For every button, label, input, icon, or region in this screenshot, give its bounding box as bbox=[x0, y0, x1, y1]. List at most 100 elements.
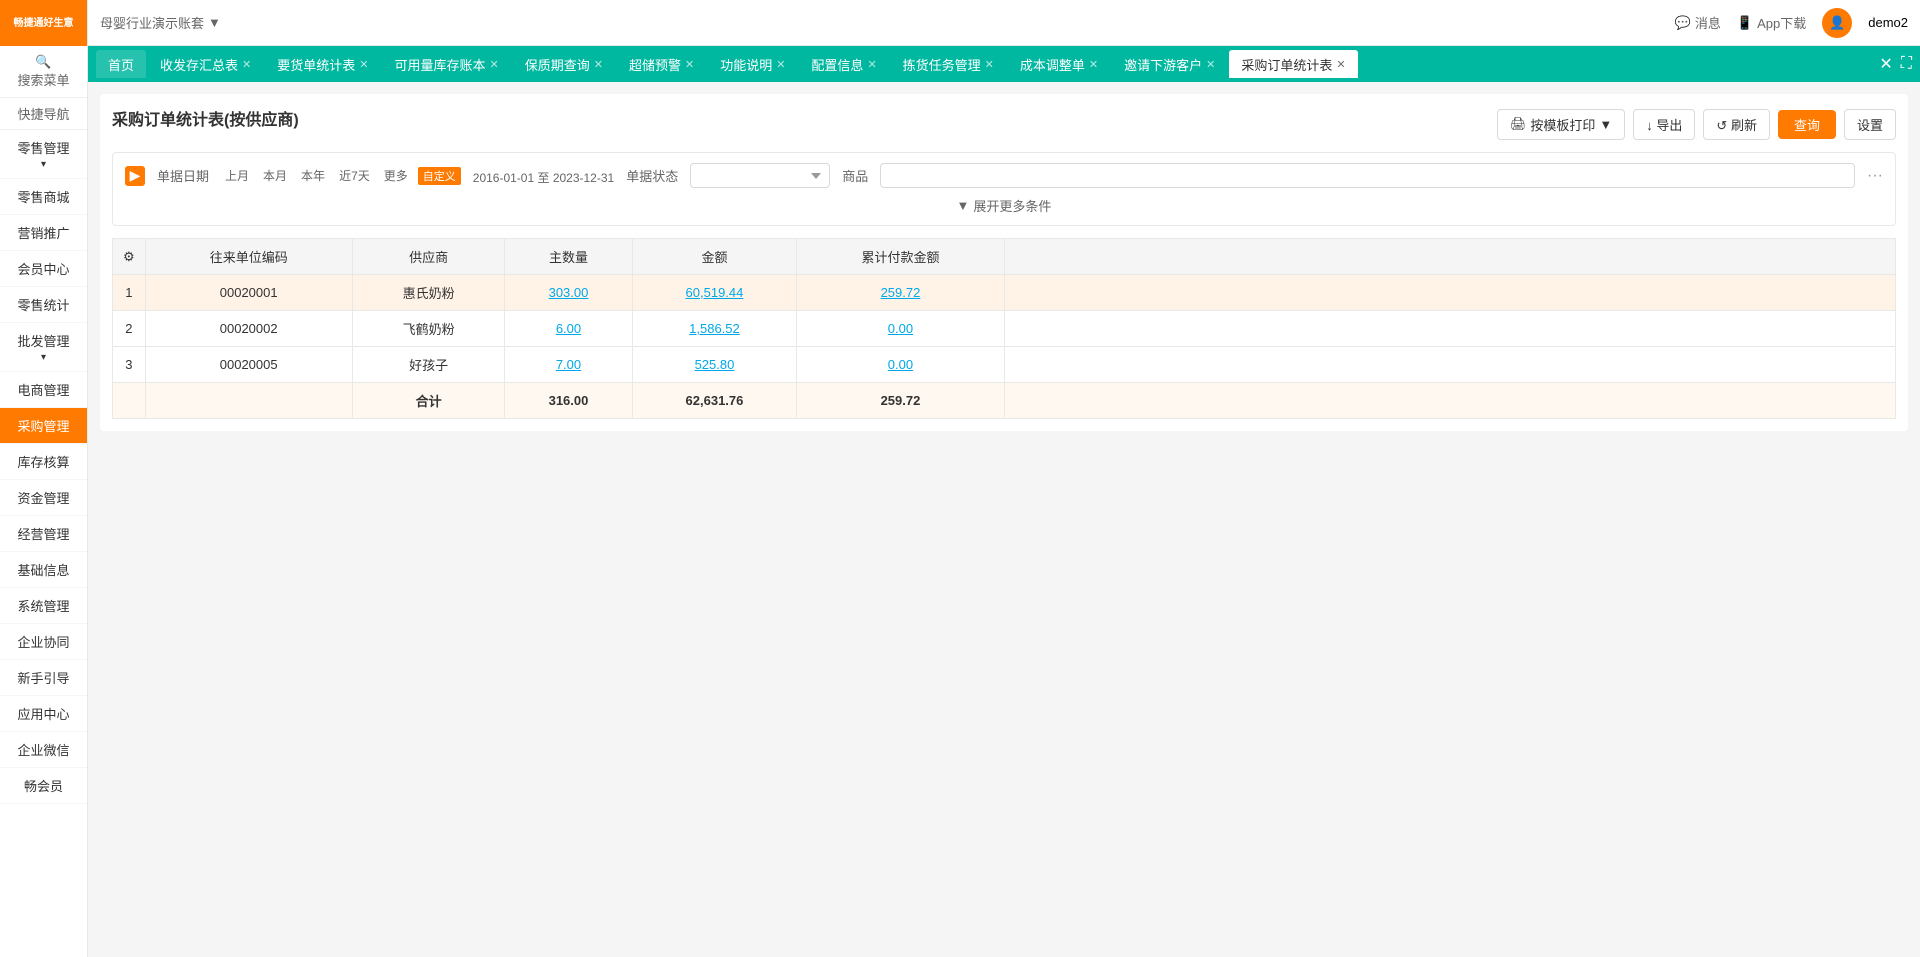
message-btn[interactable]: 💬 消息 bbox=[1675, 13, 1721, 32]
sidebar-item-operations[interactable]: 经营管理 bbox=[0, 516, 87, 552]
sidebar-item-retail-shop[interactable]: 零售商城 bbox=[0, 179, 87, 215]
filter-row-main: ▶ 单据日期 上月 本月 本年 近7天 更多 自定义 2016-01-01 至 … bbox=[125, 163, 1883, 188]
page-title: 采购订单统计表(按供应商) bbox=[112, 106, 299, 130]
footer-label: 合计 bbox=[352, 383, 505, 419]
tab-close-config-info[interactable]: ✕ bbox=[867, 58, 876, 71]
table-row: 3 00020005 好孩子 7.00 525.80 0.00 bbox=[113, 347, 1896, 383]
col-settings[interactable]: ⚙ bbox=[113, 239, 146, 275]
nav-tab-shelf-life[interactable]: 保质期查询✕ bbox=[513, 50, 615, 78]
date-range-display: 2016-01-01 至 2023-12-31 bbox=[473, 169, 614, 186]
sidebar-item-app-center[interactable]: 应用中心 bbox=[0, 696, 87, 732]
col-supplier: 供应商 bbox=[352, 239, 505, 275]
sidebar: 畅捷通好生意 🔍 搜索菜单 快捷导航 零售管理▾零售商城营销推广会员中心零售统计… bbox=[0, 0, 88, 957]
nav-tab-collect-pay[interactable]: 收发存汇总表✕ bbox=[148, 50, 263, 78]
sidebar-item-guide[interactable]: 新手引导 bbox=[0, 660, 87, 696]
nav-tab-config-info[interactable]: 配置信息✕ bbox=[799, 50, 888, 78]
user-avatar[interactable]: 👤 bbox=[1822, 8, 1852, 38]
sidebar-item-inventory[interactable]: 库存核算 bbox=[0, 444, 87, 480]
col-code: 往来单位编码 bbox=[145, 239, 352, 275]
sidebar-item-system[interactable]: 系统管理 bbox=[0, 588, 87, 624]
row-qty[interactable]: 303.00 bbox=[505, 275, 632, 311]
date-custom-badge[interactable]: 自定义 bbox=[418, 167, 461, 185]
nav-tab-overstock[interactable]: 超储预警✕ bbox=[617, 50, 706, 78]
expand-more-btn[interactable]: ▼ 展开更多条件 bbox=[125, 196, 1883, 215]
date-more[interactable]: 更多 bbox=[380, 165, 412, 186]
row-supplier: 好孩子 bbox=[352, 347, 505, 383]
tab-close-goods-stats[interactable]: ✕ bbox=[359, 58, 368, 71]
table-header-row: ⚙ 往来单位编码 供应商 主数量 金额 累计付款金额 bbox=[113, 239, 1896, 275]
sidebar-logo: 畅捷通好生意 bbox=[0, 0, 87, 46]
nav-tab-invite-down[interactable]: 邀请下游客户✕ bbox=[1112, 50, 1227, 78]
row-amount[interactable]: 60,519.44 bbox=[632, 275, 797, 311]
filter-bar: ▶ 单据日期 上月 本月 本年 近7天 更多 自定义 2016-01-01 至 … bbox=[112, 152, 1896, 226]
date-7days[interactable]: 近7天 bbox=[335, 165, 374, 186]
sidebar-item-member[interactable]: 会员中心 bbox=[0, 251, 87, 287]
page-card: 采购订单统计表(按供应商) 🖨 按模板打印 ▼ ↓ 导出 ↺ 刷新 bbox=[100, 94, 1908, 431]
date-label: 单据日期 bbox=[157, 166, 209, 185]
tab-close-purchase-stats[interactable]: ✕ bbox=[1336, 58, 1345, 71]
nav-tab-func-desc[interactable]: 功能说明✕ bbox=[708, 50, 797, 78]
nav-tab-usable-inv[interactable]: 可用量库存账本✕ bbox=[382, 50, 510, 78]
row-qty[interactable]: 6.00 bbox=[505, 311, 632, 347]
tab-close-shelf-life[interactable]: ✕ bbox=[594, 58, 603, 71]
sidebar-item-retail-stats[interactable]: 零售统计 bbox=[0, 287, 87, 323]
col-qty: 主数量 bbox=[505, 239, 632, 275]
sidebar-item-vip[interactable]: 畅会员 bbox=[0, 768, 87, 804]
sidebar-shortcut[interactable]: 快捷导航 bbox=[0, 98, 87, 130]
topbar-right: 💬 消息 📱 App下载 👤 demo2 bbox=[1675, 8, 1908, 38]
page-header-actions: 🖨 按模板打印 ▼ ↓ 导出 ↺ 刷新 查询 bbox=[1497, 109, 1896, 140]
tab-close-cost-adjust[interactable]: ✕ bbox=[1089, 58, 1098, 71]
date-last-month[interactable]: 上月 bbox=[221, 165, 253, 186]
sidebar-item-basic-info[interactable]: 基础信息 bbox=[0, 552, 87, 588]
sidebar-search[interactable]: 🔍 搜索菜单 bbox=[0, 46, 87, 98]
nav-tabs: 首页收发存汇总表✕要货单统计表✕可用量库存账本✕保质期查询✕超储预警✕功能说明✕… bbox=[88, 46, 1920, 82]
topbar: 母婴行业演示账套 ▼ 💬 消息 📱 App下载 👤 demo2 bbox=[88, 0, 1920, 46]
sidebar-item-ecommerce[interactable]: 电商管理 bbox=[0, 372, 87, 408]
tab-close-func-desc[interactable]: ✕ bbox=[776, 58, 785, 71]
sidebar-item-wholesale[interactable]: 批发管理▾ bbox=[0, 323, 87, 372]
date-this-month[interactable]: 本月 bbox=[259, 165, 291, 186]
tab-close-collect-pay[interactable]: ✕ bbox=[242, 58, 251, 71]
workspace-selector[interactable]: 母婴行业演示账套 ▼ bbox=[100, 13, 260, 32]
row-amount[interactable]: 525.80 bbox=[632, 347, 797, 383]
row-paid[interactable]: 259.72 bbox=[797, 275, 1004, 311]
row-qty[interactable]: 7.00 bbox=[505, 347, 632, 383]
col-paid: 累计付款金额 bbox=[797, 239, 1004, 275]
maximize-icon[interactable]: ⛶ bbox=[1901, 55, 1912, 73]
nav-tab-home[interactable]: 首页 bbox=[96, 50, 146, 78]
export-button[interactable]: ↓ 导出 bbox=[1633, 109, 1695, 140]
status-select[interactable] bbox=[690, 163, 830, 188]
sidebar-item-retail-mgmt[interactable]: 零售管理▾ bbox=[0, 130, 87, 179]
username-label: demo2 bbox=[1868, 15, 1908, 30]
goods-input[interactable] bbox=[880, 163, 1855, 188]
app-download-btn[interactable]: 📱 App下载 bbox=[1737, 13, 1806, 32]
tab-close-invite-down[interactable]: ✕ bbox=[1206, 58, 1215, 71]
tab-close-overstock[interactable]: ✕ bbox=[685, 58, 694, 71]
date-this-year[interactable]: 本年 bbox=[297, 165, 329, 186]
nav-tab-purchase-stats[interactable]: 采购订单统计表✕ bbox=[1229, 50, 1357, 78]
goods-more-icon[interactable]: ··· bbox=[1867, 167, 1883, 185]
main-area: 母婴行业演示账套 ▼ 💬 消息 📱 App下载 👤 demo2 首页收发存汇总表… bbox=[88, 0, 1920, 957]
print-button[interactable]: 🖨 按模板打印 ▼ bbox=[1497, 109, 1625, 140]
sidebar-item-finance[interactable]: 资金管理 bbox=[0, 480, 87, 516]
settings-button[interactable]: 设置 bbox=[1844, 109, 1896, 140]
nav-tab-goods-stats[interactable]: 要货单统计表✕ bbox=[265, 50, 380, 78]
refresh-button[interactable]: ↺ 刷新 bbox=[1703, 109, 1770, 140]
row-amount[interactable]: 1,586.52 bbox=[632, 311, 797, 347]
row-paid[interactable]: 0.00 bbox=[797, 347, 1004, 383]
goods-label: 商品 bbox=[842, 166, 868, 185]
sidebar-item-wechat[interactable]: 企业微信 bbox=[0, 732, 87, 768]
row-no: 1 bbox=[113, 275, 146, 311]
sidebar-item-marketing[interactable]: 营销推广 bbox=[0, 215, 87, 251]
tab-close-consign-task[interactable]: ✕ bbox=[985, 58, 994, 71]
nav-tab-consign-task[interactable]: 拣货任务管理✕ bbox=[891, 50, 1006, 78]
row-paid[interactable]: 0.00 bbox=[797, 311, 1004, 347]
sidebar-item-purchase[interactable]: 采购管理 bbox=[0, 408, 87, 444]
sidebar-item-enterprise[interactable]: 企业协同 bbox=[0, 624, 87, 660]
sidebar-items: 零售管理▾零售商城营销推广会员中心零售统计批发管理▾电商管理采购管理库存核算资金… bbox=[0, 130, 87, 957]
filter-toggle-btn[interactable]: ▶ bbox=[125, 166, 145, 186]
query-button[interactable]: 查询 bbox=[1778, 110, 1836, 139]
nav-tab-cost-adjust[interactable]: 成本调整单✕ bbox=[1008, 50, 1110, 78]
close-all-icon[interactable]: ✕ bbox=[1879, 54, 1892, 74]
tab-close-usable-inv[interactable]: ✕ bbox=[490, 58, 499, 71]
